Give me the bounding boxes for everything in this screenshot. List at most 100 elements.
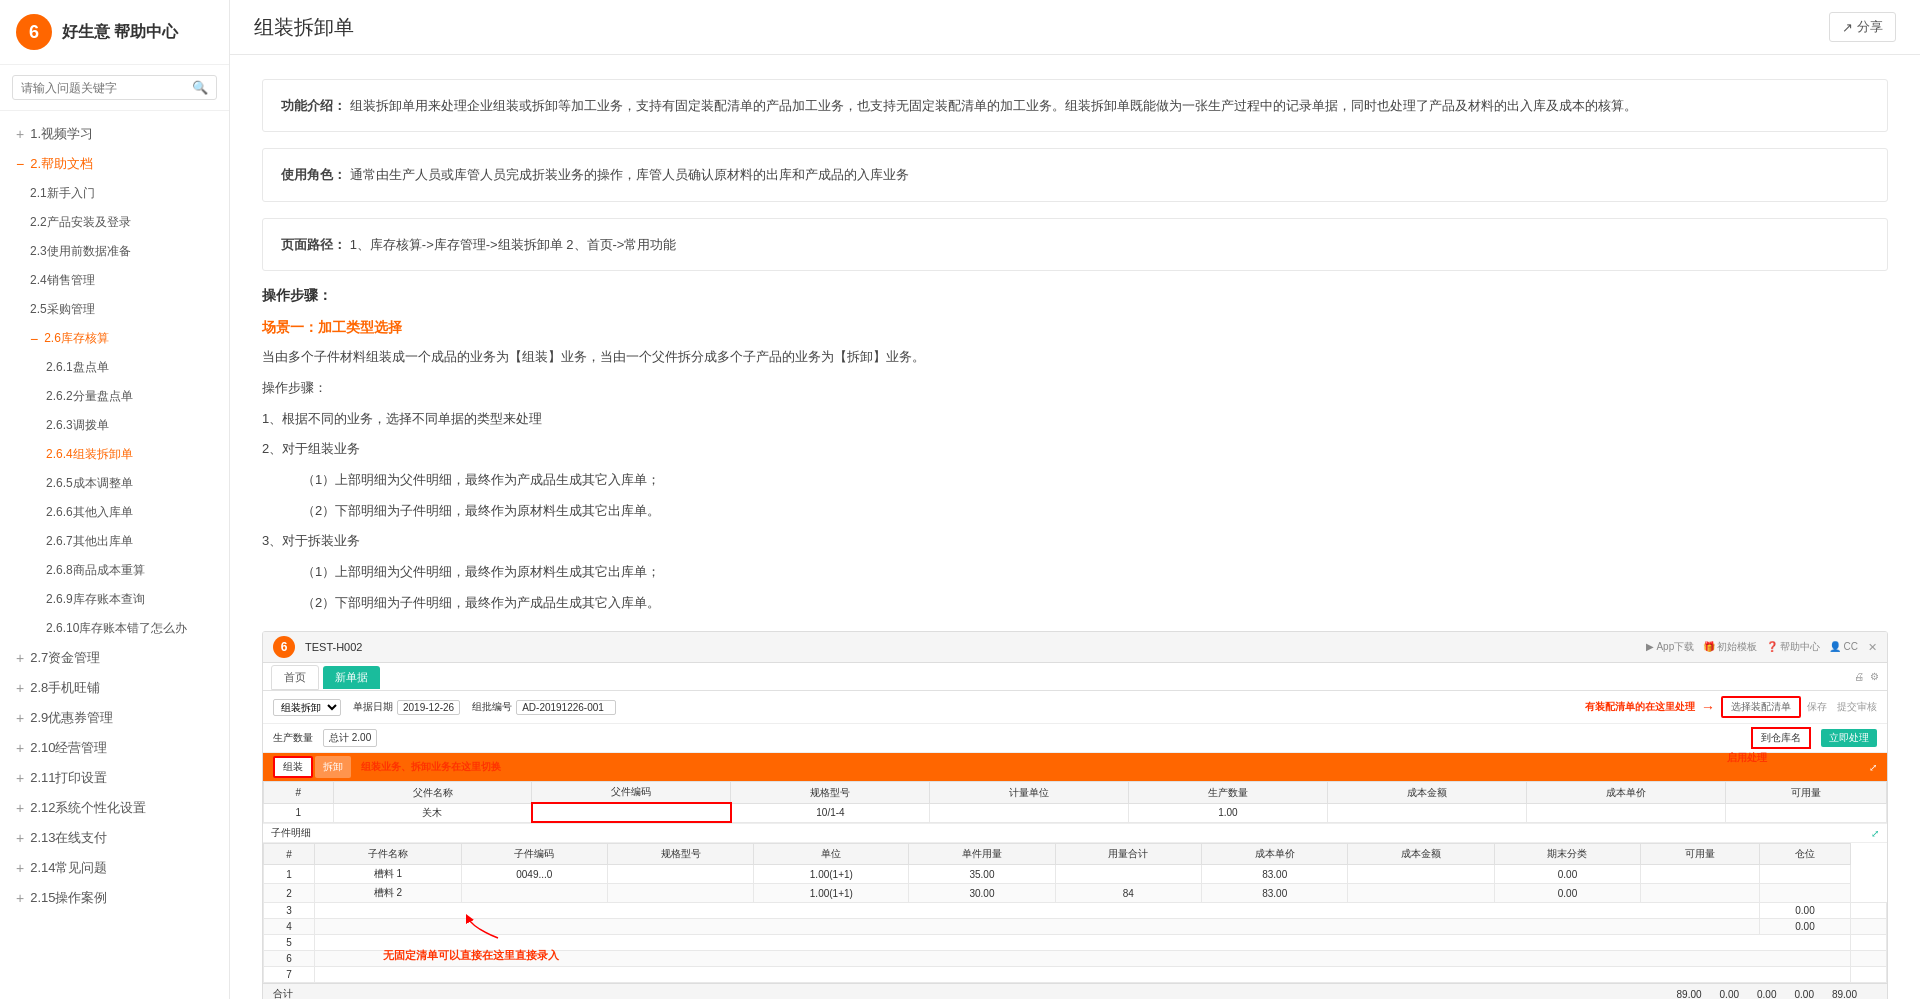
- app-doctype-select[interactable]: 组装拆卸: [273, 699, 341, 716]
- share-icon: ↗: [1842, 20, 1853, 35]
- cell-child-spec1: [608, 865, 754, 884]
- app-expand-icon[interactable]: ⤢: [1869, 762, 1877, 773]
- sidebar-item-inventory[interactable]: − 2.6库存核算: [0, 324, 229, 353]
- intro-text: 组装拆卸单用来处理企业组装或拆卸等加工业务，支持有固定装配清单的产品加工业务，也…: [350, 98, 1637, 113]
- sidebar-item-docs[interactable]: − 2.帮助文档: [0, 149, 229, 179]
- app-logo: 6: [273, 636, 295, 658]
- sidebar-item-stock-query-label: 2.6.9库存账本查询: [46, 591, 145, 608]
- cell-empty6: [315, 951, 1851, 967]
- sidebar-item-other-in-label: 2.6.6其他入库单: [46, 504, 133, 521]
- app-lower-expand[interactable]: ⤢: [1871, 828, 1879, 839]
- cell-period-cat4: 0.00: [1759, 919, 1850, 935]
- sidebar-item-coupon[interactable]: + 2.9优惠券管理: [0, 703, 229, 733]
- app-submit-btn[interactable]: 提交审核: [1837, 700, 1877, 714]
- app-qty-input[interactable]: 总计 2.00: [323, 729, 377, 747]
- app-config-area: 有装配清单的在这里处理 → 选择装配清单 保存 提交审核: [1585, 696, 1877, 718]
- sidebar-item-sales-label: 2.4销售管理: [30, 272, 95, 289]
- cell-child-spec2: [608, 884, 754, 903]
- app-toggle-disassembly[interactable]: 拆卸: [315, 756, 351, 778]
- cell-usage-total2: 84: [1055, 884, 1201, 903]
- sidebar-item-split-stocktake[interactable]: 2.6.2分量盘点单: [0, 382, 229, 411]
- cell-empty4: [315, 919, 1760, 935]
- app-warehouse-field[interactable]: 到仓库名: [1751, 727, 1811, 749]
- sidebar-item-other-in[interactable]: 2.6.6其他入库单: [0, 498, 229, 527]
- app-toggle-assembly[interactable]: 组装: [273, 756, 313, 778]
- sidebar-item-faq-label: 2.14常见问题: [30, 859, 107, 877]
- app-tab-assembly[interactable]: 新单据: [323, 666, 380, 689]
- sidebar-item-payment[interactable]: + 2.13在线支付: [0, 823, 229, 853]
- search-icon[interactable]: 🔍: [192, 80, 208, 95]
- col-child-cost-unit: 成本单价: [1202, 844, 1348, 865]
- app-save-btn[interactable]: 保存: [1807, 700, 1827, 714]
- sidebar-item-videos[interactable]: + 1.视频学习: [0, 119, 229, 149]
- cell-n2: 2: [264, 884, 315, 903]
- screenshot-container: 6 TEST-H002 ▶ App下载 🎁 初始模板 ❓ 帮助中心 👤 CC ✕…: [262, 631, 1888, 999]
- footer-total-label: 合计: [273, 987, 293, 999]
- sidebar-item-other-out-label: 2.6.7其他出库单: [46, 533, 133, 550]
- sidebar-item-prepare[interactable]: 2.3使用前数据准备: [0, 237, 229, 266]
- sidebar-item-stocktake[interactable]: 2.6.1盘点单: [0, 353, 229, 382]
- app-toolbar-settings[interactable]: ⚙: [1870, 671, 1879, 682]
- cell-code: [532, 803, 731, 822]
- col-usage-unit: 单件用量: [909, 844, 1055, 865]
- sidebar-item-mobile[interactable]: + 2.8手机旺铺: [0, 673, 229, 703]
- step3-1: （1）上部明细为父件明细，最终作为原材料生成其它出库单；: [302, 560, 1888, 585]
- sidebar-item-print[interactable]: + 2.11打印设置: [0, 763, 229, 793]
- arrow-right: →: [1701, 699, 1715, 715]
- col-period-cat: 期末分类: [1494, 844, 1640, 865]
- sidebar-item-purchase[interactable]: 2.5采购管理: [0, 295, 229, 324]
- app-close-icon[interactable]: ✕: [1868, 641, 1877, 654]
- sidebar-item-faq[interactable]: + 2.14常见问题: [0, 853, 229, 883]
- sidebar-item-assembly[interactable]: 2.6.4组装拆卸单: [0, 440, 229, 469]
- cell-child-cost-amt1: [1348, 865, 1494, 884]
- sidebar-item-cost-adj[interactable]: 2.6.5成本调整单: [0, 469, 229, 498]
- app-assembly-field: 组批编号 AD-20191226-001: [472, 700, 616, 715]
- app-confirm-btn[interactable]: 立即处理: [1821, 729, 1877, 747]
- sidebar-item-ops[interactable]: + 2.10经营管理: [0, 733, 229, 763]
- sidebar-item-sales[interactable]: 2.4销售管理: [0, 266, 229, 295]
- sidebar-item-personalize[interactable]: + 2.12系统个性化设置: [0, 793, 229, 823]
- col-num: #: [264, 782, 334, 804]
- sidebar-item-stock-error[interactable]: 2.6.10库存账本错了怎么办: [0, 614, 229, 643]
- col-num2: #: [264, 844, 315, 865]
- sidebar-item-coupon-label: 2.9优惠券管理: [30, 709, 113, 727]
- col-qty: 生产数量: [1129, 782, 1328, 804]
- sidebar-item-adjustment[interactable]: 2.6.3调拨单: [0, 411, 229, 440]
- app-date-value[interactable]: 2019-12-26: [397, 700, 460, 715]
- app-toolbar-icons: 🖨 ⚙: [1854, 671, 1879, 682]
- sidebar-item-adjustment-label: 2.6.3调拨单: [46, 417, 109, 434]
- table-row: 4 0.00: [264, 919, 1887, 935]
- sidebar-item-videos-label: 1.视频学习: [30, 125, 93, 143]
- app-assembly-value[interactable]: AD-20191226-001: [516, 700, 616, 715]
- col-child-name: 子件名称: [315, 844, 461, 865]
- cell-name: 关木: [333, 803, 532, 822]
- col-child-avail: 可用量: [1641, 844, 1760, 865]
- sidebar-item-other-out[interactable]: 2.6.7其他出库单: [0, 527, 229, 556]
- app-doctype-field: 组装拆卸: [273, 699, 341, 716]
- cell-period-cat3: 0.00: [1759, 903, 1850, 919]
- footer-sep2: 0.00: [1795, 989, 1814, 999]
- app-date-label: 单据日期: [353, 700, 393, 714]
- cell-cost-amt: [1327, 803, 1526, 822]
- path-text: 1、库存核算->库存管理->组装拆卸单 2、首页->常用功能: [350, 237, 677, 252]
- nav-tree: + 1.视频学习 − 2.帮助文档 2.1新手入门 2.2产品安装及登录 2.3…: [0, 111, 229, 999]
- cell-prod-qty: 1.00: [1129, 803, 1328, 822]
- search-box[interactable]: 🔍: [12, 75, 217, 100]
- logo-icon: 6: [16, 14, 52, 50]
- search-input[interactable]: [21, 81, 192, 95]
- sidebar-item-cost-calc[interactable]: 2.6.8商品成本重算: [0, 556, 229, 585]
- sidebar-item-finance[interactable]: + 2.7资金管理: [0, 643, 229, 673]
- sidebar-item-cases[interactable]: + 2.15操作案例: [0, 883, 229, 913]
- app-screenshot: 6 TEST-H002 ▶ App下载 🎁 初始模板 ❓ 帮助中心 👤 CC ✕…: [263, 632, 1887, 999]
- app-upper-table-container: # 父件名称 父件编码 规格型号 计量单位 生产数量 成本金额 成本单价 可用量: [263, 781, 1887, 823]
- cell-period-cat2: 0.00: [1494, 884, 1640, 903]
- cell-empty7: [315, 967, 1851, 983]
- sidebar-item-newbie[interactable]: 2.1新手入门: [0, 179, 229, 208]
- sidebar-item-stock-query[interactable]: 2.6.9库存账本查询: [0, 585, 229, 614]
- sidebar-item-install[interactable]: 2.2产品安装及登录: [0, 208, 229, 237]
- app-config-btn[interactable]: 选择装配清单: [1721, 696, 1801, 718]
- app-tab-home[interactable]: 首页: [271, 665, 319, 690]
- app-toolbar-print[interactable]: 🖨: [1854, 671, 1864, 682]
- app-nav-tabs: 首页 新单据 🖨 ⚙: [263, 663, 1887, 691]
- share-button[interactable]: ↗ 分享: [1829, 12, 1896, 42]
